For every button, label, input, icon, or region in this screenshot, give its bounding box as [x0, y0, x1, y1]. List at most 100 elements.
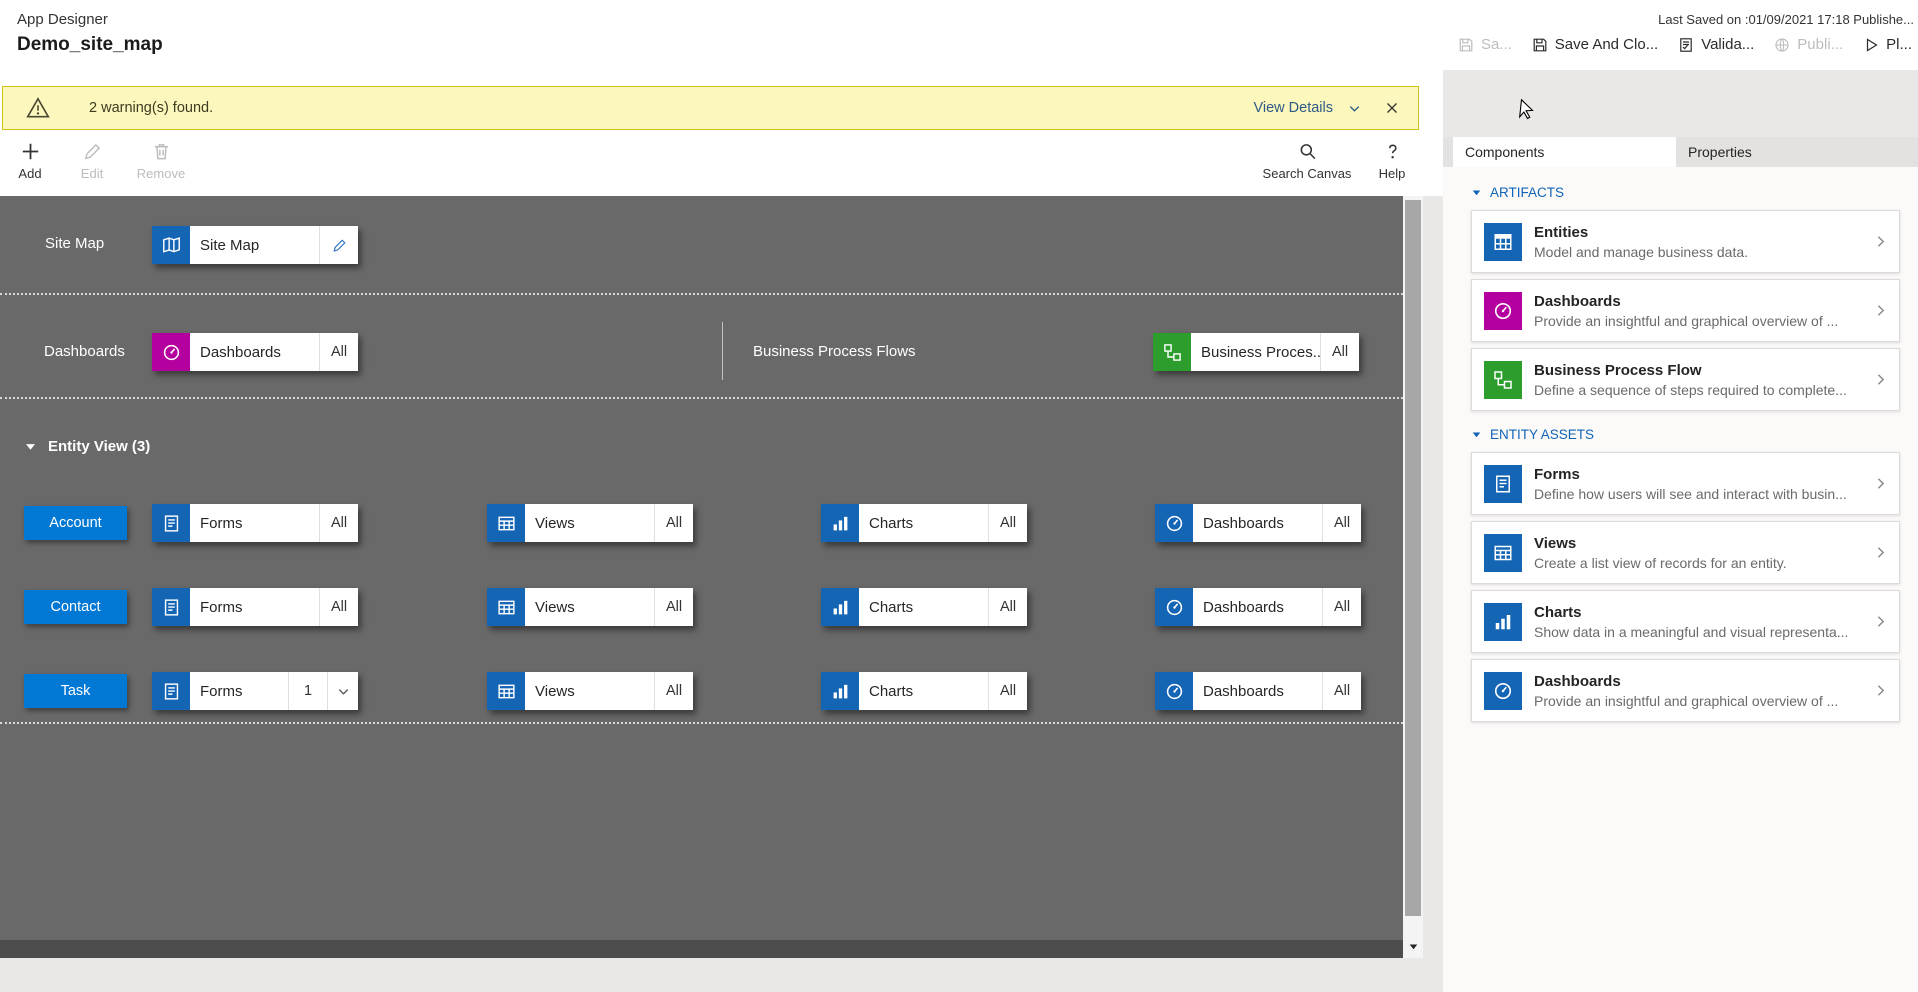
scroll-down-button[interactable] [1403, 939, 1423, 953]
publish-button[interactable]: Publi... [1774, 36, 1843, 53]
save-and-close-button[interactable]: Save And Clo... [1532, 36, 1658, 53]
canvas-tile-charts[interactable]: Charts All [821, 588, 1027, 626]
validate-button[interactable]: Valida... [1678, 36, 1754, 53]
entity-row-contact: Contact Forms All Views All Charts All Dashboar… [0, 588, 1403, 626]
save-button-label: Sa... [1480, 36, 1512, 53]
section-title: ENTITY ASSETS [1490, 427, 1595, 442]
tile-label: Dashboards [1203, 682, 1284, 700]
component-card-business-process-flow[interactable]: Business Process Flow Define a sequence o… [1471, 348, 1900, 411]
play-button[interactable]: Pl... [1863, 36, 1912, 53]
save-and-close-icon [1532, 37, 1548, 53]
canvas-tile-views[interactable]: Views All [487, 588, 693, 626]
canvas-tile-forms[interactable]: Forms All [152, 588, 358, 626]
tile-label: Site Map [200, 236, 260, 254]
site-map-area-label: Site Map [45, 235, 105, 252]
tile-badge[interactable]: All [319, 588, 358, 626]
chevron-right-icon [1872, 613, 1889, 630]
component-card-entities[interactable]: Entities Model and manage business data. [1471, 210, 1900, 273]
tile-label: Dashboards [1203, 514, 1284, 532]
canvas-tile-forms[interactable]: Forms 1 [152, 672, 358, 710]
bpf-icon [1484, 360, 1522, 399]
chevron-down-icon[interactable] [327, 672, 358, 710]
tile-label: Charts [869, 514, 914, 532]
card-title: Charts [1534, 603, 1582, 621]
views-icon [487, 672, 525, 710]
component-card-dashboards[interactable]: Dashboards Provide an insightful and grap… [1471, 279, 1900, 342]
card-title: Views [1534, 534, 1577, 552]
dashboards-icon [1155, 672, 1193, 710]
tile-badge[interactable]: All [988, 672, 1027, 710]
tab-components[interactable]: Components [1453, 137, 1676, 167]
play-label: Pl... [1886, 36, 1912, 53]
tile-badge[interactable]: All [319, 504, 358, 542]
tile-badge[interactable]: All [1322, 672, 1361, 710]
triangle-down-icon [1471, 187, 1482, 198]
tile-badge[interactable]: All [654, 504, 693, 542]
section-header-entity-assets[interactable]: ENTITY ASSETS [1471, 427, 1900, 442]
edit-button[interactable]: Edit [70, 142, 114, 181]
component-card-dashboards[interactable]: Dashboards Provide an insightful and grap… [1471, 659, 1900, 722]
tile-badge[interactable]: All [1320, 333, 1359, 371]
scrollbar-thumb[interactable] [1405, 200, 1421, 916]
tile-badge[interactable]: All [988, 504, 1027, 542]
canvas-tile-views[interactable]: Views All [487, 672, 693, 710]
component-card-forms[interactable]: Forms Define how users will see and inter… [1471, 452, 1900, 515]
tile-badge[interactable]: All [988, 588, 1027, 626]
charts-icon [821, 672, 859, 710]
bpf-area-label: Business Process Flows [753, 343, 916, 360]
card-description: Provide an insightful and graphical over… [1534, 692, 1839, 709]
entity-button-task[interactable]: Task [24, 674, 127, 708]
entity-button-contact[interactable]: Contact [24, 590, 127, 624]
component-card-charts[interactable]: Charts Show data in a meaningful and visu… [1471, 590, 1900, 653]
components-panel-body: ARTIFACTS Entities Model and manage busine… [1443, 167, 1918, 992]
canvas-scrollbar[interactable] [1403, 196, 1423, 958]
page-title: Demo_site_map [17, 34, 163, 55]
tile-badge[interactable]: 1 [288, 672, 327, 710]
section-header-artifacts[interactable]: ARTIFACTS [1471, 185, 1900, 200]
close-icon[interactable] [1384, 100, 1400, 116]
canvas-tile-charts[interactable]: Charts All [821, 504, 1027, 542]
remove-button[interactable]: Remove [132, 142, 190, 181]
canvas-tile-business-proces[interactable]: Business Proces... All [1153, 333, 1359, 371]
warning-message: 2 warning(s) found. [89, 100, 214, 116]
canvas-tile-forms[interactable]: Forms All [152, 504, 358, 542]
card-title: Dashboards [1534, 292, 1621, 310]
chevron-right-icon [1872, 371, 1889, 388]
tile-badge[interactable]: All [319, 333, 358, 371]
canvas-tile-charts[interactable]: Charts All [821, 672, 1027, 710]
chevron-right-icon [1872, 544, 1889, 561]
chevron-right-icon [1872, 302, 1889, 319]
dashboards-icon [1484, 671, 1522, 710]
add-button[interactable]: Add [8, 142, 52, 181]
canvas-tile-dashboards[interactable]: Dashboards All [1155, 588, 1361, 626]
canvas-tile-dashboards[interactable]: Dashboards All [1155, 672, 1361, 710]
collapse-triangle-icon [24, 440, 37, 453]
chevron-down-icon[interactable] [1347, 101, 1362, 116]
search-icon [1298, 142, 1317, 161]
tile-badge[interactable]: All [654, 588, 693, 626]
entity-view-header[interactable]: Entity View (3) [24, 438, 150, 455]
tile-badge[interactable]: All [1322, 504, 1361, 542]
canvas-tile-dashboards[interactable]: Dashboards All [1155, 504, 1361, 542]
component-card-views[interactable]: Views Create a list view of records for a… [1471, 521, 1900, 584]
publish-icon [1774, 37, 1790, 53]
pencil-icon[interactable] [319, 226, 358, 264]
canvas-tile-views[interactable]: Views All [487, 504, 693, 542]
edit-icon [83, 142, 102, 161]
search-canvas-button[interactable]: Search Canvas [1255, 142, 1359, 181]
tile-badge[interactable]: All [654, 672, 693, 710]
tab-properties[interactable]: Properties [1676, 137, 1899, 167]
views-icon [487, 588, 525, 626]
save-button[interactable]: Sa... [1458, 36, 1512, 53]
row-separator [0, 293, 1403, 295]
dashboards-icon [1155, 504, 1193, 542]
tile-badge[interactable]: All [1322, 588, 1361, 626]
card-description: Create a list view of records for an ent… [1534, 554, 1787, 571]
canvas-toolbar: Add Edit Remove Search Canvas Help [0, 130, 1443, 196]
canvas-tile-dashboards[interactable]: Dashboards All [152, 333, 358, 371]
entity-button-account[interactable]: Account [24, 506, 127, 540]
view-details-link[interactable]: View Details [1253, 100, 1333, 116]
chevron-right-icon [1872, 233, 1889, 250]
canvas-tile-site-map[interactable]: Site Map [152, 226, 358, 264]
help-button[interactable]: Help [1368, 142, 1416, 181]
